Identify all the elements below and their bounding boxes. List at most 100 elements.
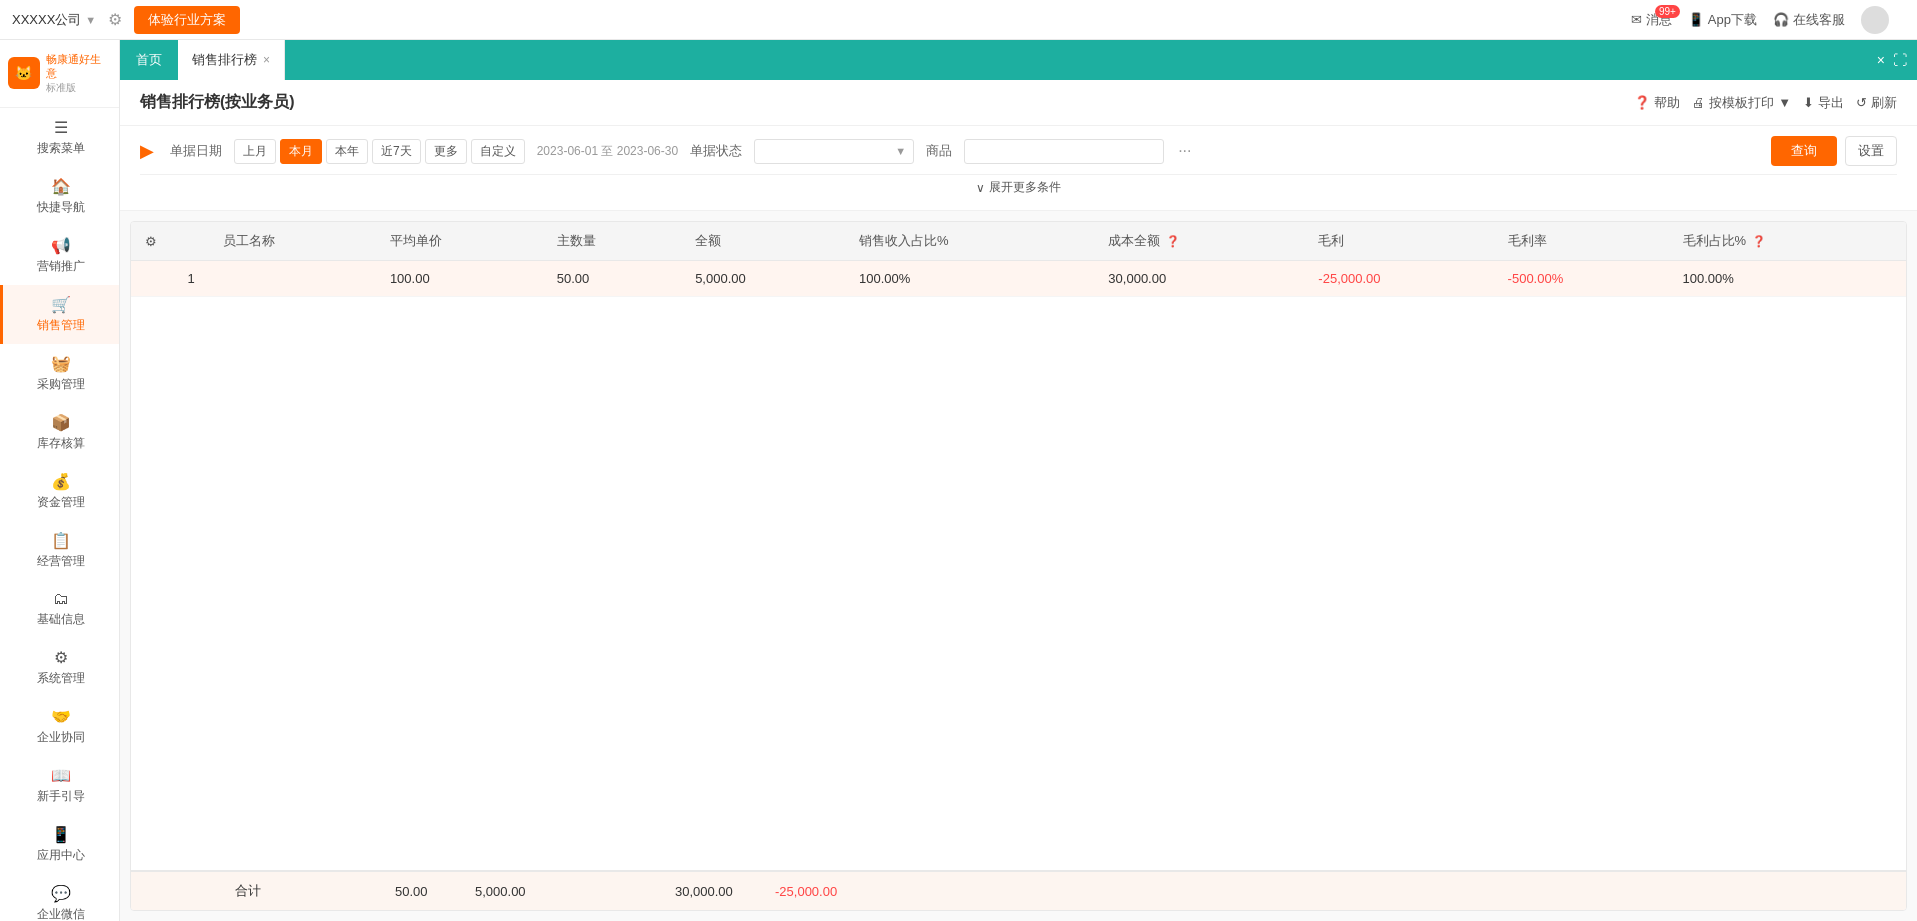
sidebar-item-system-label: 系统管理 xyxy=(37,670,85,687)
setting-btn[interactable]: 设置 xyxy=(1845,136,1897,166)
row-cost: 30,000.00 xyxy=(1096,261,1306,297)
search-orders-icon: ☰ xyxy=(54,118,68,137)
row-gross: -25,000.00 xyxy=(1306,261,1495,297)
wechat-icon: 💬 xyxy=(51,884,71,903)
page-actions: ❓ 帮助 🖨 按模板打印 ▼ ⬇ 导出 ↺ 刷新 xyxy=(1634,94,1897,112)
sidebar-item-sales-label: 销售管理 xyxy=(37,317,85,334)
sidebar-item-system[interactable]: ⚙ 系统管理 xyxy=(0,638,119,697)
company-selector[interactable]: XXXXX公司 ▼ xyxy=(12,11,96,29)
footer-amount: 5,000.00 xyxy=(463,884,563,899)
table-settings-icon: ⚙ xyxy=(145,234,157,249)
help-btn[interactable]: ❓ 帮助 xyxy=(1634,94,1680,112)
sidebar-logo: 🐱 畅康通好生意 标准版 xyxy=(0,40,119,108)
sidebar-item-guide-label: 新手引导 xyxy=(37,788,85,805)
footer-cost: 30,000.00 xyxy=(663,884,763,899)
expand-more-row: ∨ 展开更多条件 xyxy=(140,174,1897,200)
content-area: 首页 销售排行榜 × × ⛶ 销售排行榜(按业务员) ❓ 帮助 xyxy=(120,40,1917,921)
gross-pct-help-icon[interactable]: ❓ xyxy=(1752,235,1766,247)
expand-more-btn[interactable]: ∨ 展开更多条件 xyxy=(976,179,1061,196)
sidebar-item-enterprise[interactable]: 🤝 企业协同 xyxy=(0,697,119,756)
more-filter-dots[interactable]: ··· xyxy=(1178,142,1191,160)
sidebar: 🐱 畅康通好生意 标准版 ☰ 搜索菜单 🏠 快捷导航 📢 营销推广 🛒 销售管理 xyxy=(0,40,120,921)
sidebar-item-finance-label: 资金管理 xyxy=(37,494,85,511)
expand-more-label: 展开更多条件 xyxy=(989,179,1061,196)
refresh-btn[interactable]: ↺ 刷新 xyxy=(1856,94,1897,112)
home-icon: 🏠 xyxy=(51,177,71,196)
date-btn-this-year[interactable]: 本年 xyxy=(326,139,368,164)
topbar-right: ✉ 消息 99+ 📱 App下载 🎧 在线客服 xyxy=(1631,6,1905,34)
main-layout: 🐱 畅康通好生意 标准版 ☰ 搜索菜单 🏠 快捷导航 📢 营销推广 🛒 销售管理 xyxy=(0,40,1917,921)
sidebar-item-search-orders[interactable]: ☰ 搜索菜单 xyxy=(0,108,119,167)
status-select[interactable] xyxy=(754,139,914,164)
inventory-icon: 📦 xyxy=(51,413,71,432)
message-icon-btn[interactable]: ✉ 消息 99+ xyxy=(1631,11,1672,29)
template-print-btn[interactable]: 🖨 按模板打印 ▼ xyxy=(1692,94,1791,112)
col-gross: 毛利 xyxy=(1306,222,1495,261)
row-avg-price: 100.00 xyxy=(378,261,545,297)
purchase-icon: 🧺 xyxy=(51,354,71,373)
sidebar-item-purchase-label: 采购管理 xyxy=(37,376,85,393)
topbar-gear-icon[interactable]: ⚙ xyxy=(108,10,122,29)
date-btn-this-month[interactable]: 本月 xyxy=(280,139,322,164)
template-print-label: 按模板打印 xyxy=(1709,94,1774,112)
tab-home[interactable]: 首页 xyxy=(120,40,178,80)
footer-gross: -25,000.00 xyxy=(763,884,863,899)
headset-icon: 🎧 xyxy=(1773,12,1789,27)
sidebar-item-inventory[interactable]: 📦 库存核算 xyxy=(0,403,119,462)
online-service-btn[interactable]: 🎧 在线客服 xyxy=(1773,11,1845,29)
sidebar-item-finance[interactable]: 💰 资金管理 xyxy=(0,462,119,521)
date-btn-last-month[interactable]: 上月 xyxy=(234,139,276,164)
col-cost: 成本全额 ❓ xyxy=(1096,222,1306,261)
sidebar-item-marketing[interactable]: 📢 营销推广 xyxy=(0,226,119,285)
goods-input[interactable] xyxy=(964,139,1164,164)
sidebar-item-operations-label: 经营管理 xyxy=(37,553,85,570)
tab-close-window-icon[interactable]: × xyxy=(1877,52,1885,68)
sidebar-item-enterprise-label: 企业协同 xyxy=(37,729,85,746)
date-btn-7days[interactable]: 近7天 xyxy=(372,139,421,164)
col-gross-pct: 毛利占比% ❓ xyxy=(1671,222,1906,261)
logo-icon: 🐱 xyxy=(8,57,40,89)
trial-btn[interactable]: 体验行业方案 xyxy=(134,6,240,34)
sidebar-item-purchase[interactable]: 🧺 采购管理 xyxy=(0,344,119,403)
col-settings[interactable]: ⚙ xyxy=(131,222,171,261)
sidebar-item-app-center-label: 应用中心 xyxy=(37,847,85,864)
sidebar-item-quick-nav[interactable]: 🏠 快捷导航 xyxy=(0,167,119,226)
tab-close-icon[interactable]: × xyxy=(263,53,270,67)
export-icon: ⬇ xyxy=(1803,95,1814,110)
date-buttons: 上月 本月 本年 近7天 更多 自定义 xyxy=(234,139,525,164)
operations-icon: 📋 xyxy=(51,531,71,550)
date-btn-more[interactable]: 更多 xyxy=(425,139,467,164)
table-header: ⚙ 员工名称 平均单价 主数量 全额 销售收入占比% 成本全额 ❓ xyxy=(131,222,1906,261)
guide-icon: 📖 xyxy=(51,766,71,785)
sidebar-item-wechat-label: 企业微信 xyxy=(37,906,85,921)
tab-sales-ranking[interactable]: 销售排行榜 × xyxy=(178,40,285,80)
date-filter-label: 单据日期 xyxy=(170,142,222,160)
page-header: 销售排行榜(按业务员) ❓ 帮助 🖨 按模板打印 ▼ ⬇ 导出 xyxy=(120,80,1917,126)
page-title: 销售排行榜(按业务员) xyxy=(140,92,295,113)
app-icon: 📱 xyxy=(1688,12,1704,27)
filter-expand-arrow[interactable]: ▶ xyxy=(140,140,154,162)
sidebar-item-wechat[interactable]: 💬 企业微信 xyxy=(0,874,119,921)
sidebar-item-guide[interactable]: 📖 新手引导 xyxy=(0,756,119,815)
export-btn[interactable]: ⬇ 导出 xyxy=(1803,94,1844,112)
avatar[interactable] xyxy=(1861,6,1889,34)
app-download-btn[interactable]: 📱 App下载 xyxy=(1688,11,1757,29)
app-download-label: App下载 xyxy=(1708,11,1757,29)
col-avg-price: 平均单价 xyxy=(378,222,545,261)
cost-help-icon[interactable]: ❓ xyxy=(1166,235,1180,247)
date-btn-custom[interactable]: 自定义 xyxy=(471,139,525,164)
col-qty: 主数量 xyxy=(545,222,683,261)
table-body: 1 100.00 50.00 5,000.00 100.00% 30,000.0… xyxy=(131,261,1906,297)
page-content: 销售排行榜(按业务员) ❓ 帮助 🖨 按模板打印 ▼ ⬇ 导出 xyxy=(120,80,1917,921)
row-rank: 1 xyxy=(171,261,211,297)
topbar: XXXXX公司 ▼ ⚙ 体验行业方案 ✉ 消息 99+ 📱 App下载 🎧 在线… xyxy=(0,0,1917,40)
message-icon: ✉ xyxy=(1631,12,1642,27)
row-gross-rate: -500.00% xyxy=(1496,261,1671,297)
tab-expand-icon[interactable]: ⛶ xyxy=(1893,52,1907,68)
sidebar-item-sales[interactable]: 🛒 销售管理 xyxy=(0,285,119,344)
query-btn[interactable]: 查询 xyxy=(1771,136,1837,166)
sidebar-item-app-center[interactable]: 📱 应用中心 xyxy=(0,815,119,874)
row-name xyxy=(211,261,378,297)
sidebar-item-basic-info[interactable]: 🗂 基础信息 xyxy=(0,580,119,638)
sidebar-item-operations[interactable]: 📋 经营管理 xyxy=(0,521,119,580)
